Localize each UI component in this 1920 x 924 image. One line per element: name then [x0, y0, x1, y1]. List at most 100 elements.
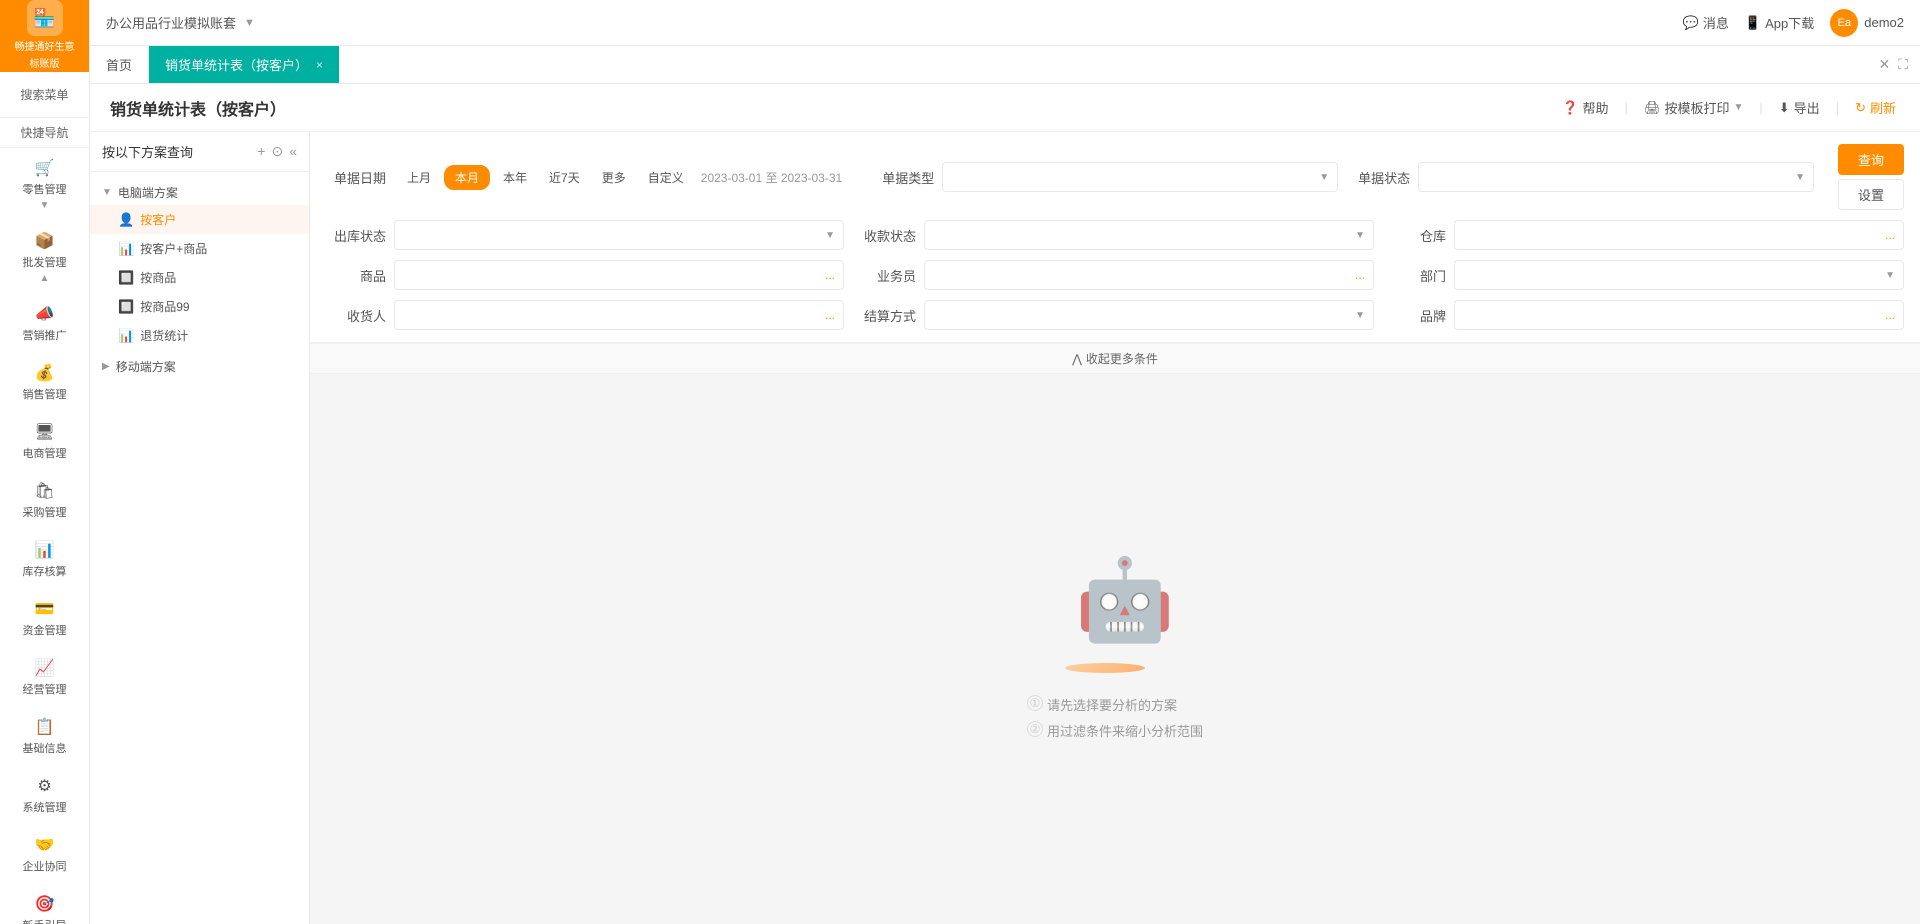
sidebar-item-marketing[interactable]: 📣 营销推广: [0, 294, 89, 353]
search-menu-btn[interactable]: 搜索菜单: [0, 72, 89, 118]
sidebar-item-base[interactable]: 📋 基础信息: [0, 707, 89, 766]
salesman-dots-icon[interactable]: ...: [1355, 268, 1365, 282]
newbie-icon: 🎯: [35, 894, 55, 914]
left-panel-actions: + ⊙ «: [257, 143, 297, 160]
export-label: 导出: [1794, 98, 1820, 117]
date-btn-this-year[interactable]: 本年: [494, 165, 536, 190]
brand-dots-icon[interactable]: ...: [1885, 308, 1895, 322]
date-btn-more[interactable]: 更多: [593, 165, 635, 190]
empty-text: ① 请先选择要分析的方案 ② 用过滤条件来缩小分析范围: [1027, 693, 1203, 745]
tab-home[interactable]: 首页: [90, 46, 149, 83]
sidebar-item-retail[interactable]: 🛒 零售管理 ▼: [0, 148, 89, 221]
ecommerce-label: 电商管理: [23, 445, 67, 461]
system-icon: ⚙: [37, 776, 51, 796]
help-icon: ❓: [1562, 100, 1578, 116]
settings-scheme-btn[interactable]: ⊙: [271, 143, 283, 160]
collapse-bar[interactable]: ⋀ 收起更多条件: [310, 343, 1920, 374]
goods-dots-icon[interactable]: ...: [825, 268, 835, 282]
sidebar-item-system[interactable]: ⚙ 系统管理: [0, 766, 89, 825]
tree-group-mobile: ▶ 移动端方案: [90, 354, 309, 379]
tab-maximize-btn[interactable]: ⛶: [1898, 56, 1908, 73]
goods-input[interactable]: ...: [394, 260, 844, 290]
department-select[interactable]: ▼: [1454, 260, 1904, 290]
order-status-select[interactable]: ▼: [1418, 162, 1814, 192]
tab-close-icon[interactable]: ×: [316, 58, 323, 72]
sidebar-item-sales[interactable]: 💰 销售管理: [0, 353, 89, 412]
out-status-select[interactable]: ▼: [394, 220, 844, 250]
header-right: 💬 消息 📱 App下载 Ea demo2: [1683, 9, 1904, 37]
collect-status-select[interactable]: ▼: [924, 220, 1374, 250]
print-label: 按模板打印: [1664, 98, 1729, 117]
goods-label: 商品: [326, 266, 386, 285]
tree-item-by-goods[interactable]: 🔲 按商品: [90, 263, 309, 292]
wholesale-icon: 📦: [35, 231, 55, 251]
by-customer-goods-icon: 📊: [118, 241, 134, 257]
quick-nav-btn[interactable]: 快捷导航: [0, 118, 89, 148]
tree-group-desktop-header[interactable]: ▼ 电脑端方案: [90, 180, 309, 205]
tree-item-by-customer-goods[interactable]: 📊 按客户+商品: [90, 234, 309, 263]
receiver-input[interactable]: ...: [394, 300, 844, 330]
date-btn-custom[interactable]: 自定义: [639, 165, 693, 190]
industry-title: 办公用品行业模拟账套: [106, 13, 236, 32]
help-btn[interactable]: ❓ 帮助: [1558, 98, 1612, 117]
sidebar-item-wholesale[interactable]: 📦 批发管理 ▲: [0, 221, 89, 294]
tab-active[interactable]: 销货单统计表（按客户） ×: [149, 46, 339, 83]
purchase-label: 采购管理: [23, 504, 67, 520]
tree-section: ▼ 电脑端方案 👤 按客户 📊 按客户+商品: [90, 172, 309, 391]
sidebar-item-inventory[interactable]: 📊 库存核算: [0, 530, 89, 589]
salesman-input[interactable]: ...: [924, 260, 1374, 290]
export-btn[interactable]: ⬇ 导出: [1775, 98, 1824, 117]
content-area: 销货单统计表（按客户） ❓ 帮助 | 🖨 按模板打印 ▼ | ⬇: [90, 84, 1920, 924]
warehouse-dots-icon[interactable]: ...: [1885, 228, 1895, 242]
sidebar-item-newbie[interactable]: 🎯 新手引导: [0, 884, 89, 924]
settle-method-label: 结算方式: [856, 306, 916, 325]
refresh-btn[interactable]: ↻ 刷新: [1851, 98, 1900, 117]
receiver-dots-icon[interactable]: ...: [825, 308, 835, 322]
by-customer-label: 按客户: [140, 211, 176, 228]
collapse-panel-btn[interactable]: «: [289, 143, 297, 160]
tree-item-by-goods99[interactable]: 🔲 按商品99: [90, 292, 309, 321]
main-area: 办公用品行业模拟账套 ▼ 💬 消息 📱 App下载 Ea demo2 首页: [90, 0, 1920, 924]
sidebar-item-ecommerce[interactable]: 🖥 电商管理: [0, 412, 89, 471]
date-btn-last7[interactable]: 近7天: [540, 165, 589, 190]
date-btn-this-month[interactable]: 本月: [444, 165, 490, 190]
warehouse-input[interactable]: ...: [1454, 220, 1904, 250]
by-goods-icon: 🔲: [118, 270, 134, 286]
print-btn[interactable]: 🖨 按模板打印 ▼: [1640, 98, 1747, 117]
tab-close-btn[interactable]: ✕: [1878, 56, 1890, 73]
setting-button[interactable]: 设置: [1838, 179, 1904, 210]
tree-group-mobile-header[interactable]: ▶ 移动端方案: [90, 354, 309, 379]
sidebar-item-operation[interactable]: 📈 经营管理: [0, 648, 89, 707]
sidebar-item-finance[interactable]: 💳 资金管理: [0, 589, 89, 648]
desktop-tree-arrow-icon: ▼: [102, 187, 112, 198]
tree-item-return-stats[interactable]: 📊 退货统计: [90, 321, 309, 350]
tree-item-by-customer[interactable]: 👤 按客户: [90, 205, 309, 234]
collapse-up-icon: ⋀: [1072, 352, 1082, 366]
goods-col: 商品 ...: [326, 260, 844, 290]
hint2-text: 用过滤条件来缩小分析范围: [1047, 719, 1203, 745]
query-button[interactable]: 查询: [1838, 144, 1904, 175]
sidebar-item-corp[interactable]: 🤝 企业协同: [0, 825, 89, 884]
message-btn[interactable]: 💬 消息: [1683, 13, 1729, 32]
add-scheme-btn[interactable]: +: [257, 143, 265, 160]
user-profile[interactable]: Ea demo2: [1830, 9, 1904, 37]
out-status-label: 出库状态: [326, 226, 386, 245]
brand-input[interactable]: ...: [1454, 300, 1904, 330]
tab-bar: 首页 销货单统计表（按客户） × ✕ ⛶: [90, 46, 1920, 84]
order-type-select[interactable]: ▼: [942, 162, 1338, 192]
sidebar-item-purchase[interactable]: 🛍 采购管理: [0, 471, 89, 530]
settle-method-select[interactable]: ▼: [924, 300, 1374, 330]
brand-label: 品牌: [1386, 306, 1446, 325]
app-download-btn[interactable]: 📱 App下载: [1745, 13, 1814, 32]
separator3: |: [1836, 100, 1839, 115]
message-icon: 💬: [1683, 15, 1699, 31]
inventory-icon: 📊: [35, 540, 55, 560]
help-label: 帮助: [1583, 98, 1609, 117]
date-btn-last-month[interactable]: 上月: [398, 165, 440, 190]
base-label: 基础信息: [23, 740, 67, 756]
dropdown-icon[interactable]: ▼: [244, 17, 255, 29]
separator1: |: [1625, 100, 1628, 115]
warehouse-label: 仓库: [1386, 226, 1446, 245]
collect-status-arrow-icon: ▼: [1355, 230, 1365, 241]
order-status-group: 单据状态 ▼: [1350, 162, 1814, 192]
